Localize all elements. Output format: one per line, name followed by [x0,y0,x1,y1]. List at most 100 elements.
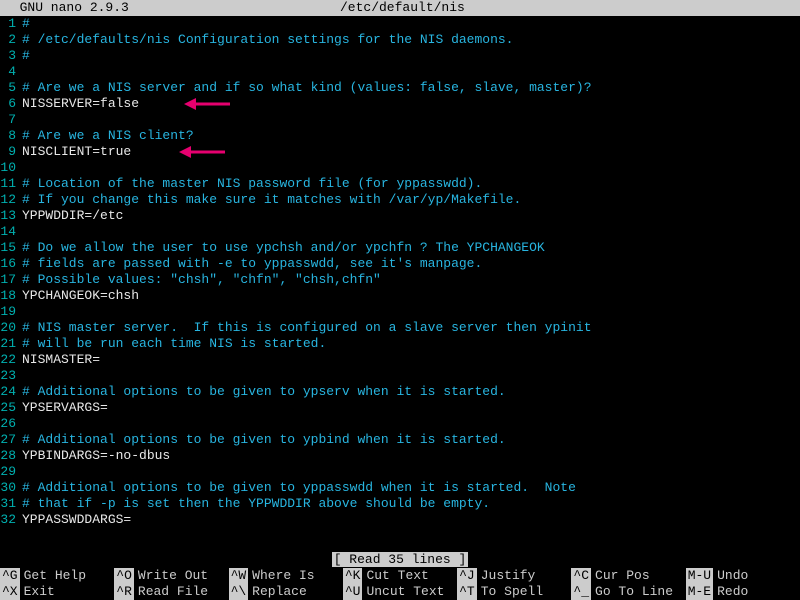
line-number: 13 [0,208,22,224]
line-text: # [22,48,800,64]
code-line[interactable]: 7 [0,112,800,128]
line-text: NISSERVER=false [22,96,800,112]
shortcut-label: Redo [717,584,748,600]
shortcut-key: ^J [457,568,477,584]
shortcut[interactable]: ^OWrite Out [114,568,228,584]
shortcut-key: M-U [686,568,713,584]
line-text: # that if -p is set then the YPPWDDIR ab… [22,496,800,512]
line-number: 29 [0,464,22,480]
line-text: # Additional options to be given to ypse… [22,384,800,400]
shortcut-key: ^K [343,568,363,584]
line-text: # Are we a NIS client? [22,128,800,144]
line-text: NISCLIENT=true [22,144,800,160]
shortcut[interactable]: M-UUndo [686,568,800,584]
code-line[interactable]: 28YPBINDARGS=-no-dbus [0,448,800,464]
line-text [22,368,800,384]
shortcut[interactable]: ^RRead File [114,584,228,600]
shortcut-label: Replace [252,584,307,600]
line-number: 19 [0,304,22,320]
line-text: YPBINDARGS=-no-dbus [22,448,800,464]
code-line[interactable]: 19 [0,304,800,320]
code-line[interactable]: 27# Additional options to be given to yp… [0,432,800,448]
line-number: 1 [0,16,22,32]
line-number: 2 [0,32,22,48]
line-number: 32 [0,512,22,528]
line-number: 31 [0,496,22,512]
shortcut-key: ^T [457,584,477,600]
line-number: 8 [0,128,22,144]
shortcut[interactable]: ^\Replace [229,584,343,600]
shortcut[interactable]: ^GGet Help [0,568,114,584]
code-line[interactable]: 10 [0,160,800,176]
line-number: 14 [0,224,22,240]
code-line[interactable]: 9NISCLIENT=true [0,144,800,160]
code-line[interactable]: 25YPSERVARGS= [0,400,800,416]
shortcut[interactable]: ^CCur Pos [571,568,685,584]
line-text: # Do we allow the user to use ypchsh and… [22,240,800,256]
line-text: # If you change this make sure it matche… [22,192,800,208]
code-line[interactable]: 1# [0,16,800,32]
shortcut-label: Go To Line [595,584,673,600]
shortcut[interactable]: ^XExit [0,584,114,600]
line-number: 23 [0,368,22,384]
code-line[interactable]: 29 [0,464,800,480]
line-text: YPSERVARGS= [22,400,800,416]
code-line[interactable]: 11# Location of the master NIS password … [0,176,800,192]
code-line[interactable]: 31# that if -p is set then the YPPWDDIR … [0,496,800,512]
code-line[interactable]: 18YPCHANGEOK=chsh [0,288,800,304]
line-text: YPPWDDIR=/etc [22,208,800,224]
code-line[interactable]: 21# will be run each time NIS is started… [0,336,800,352]
code-line[interactable]: 23 [0,368,800,384]
shortcut[interactable]: ^JJustify [457,568,571,584]
shortcut[interactable]: ^KCut Text [343,568,457,584]
line-text: # Possible values: "chsh", "chfn", "chsh… [22,272,800,288]
code-line[interactable]: 30# Additional options to be given to yp… [0,480,800,496]
line-number: 11 [0,176,22,192]
shortcut-label: Exit [24,584,55,600]
shortcut[interactable]: ^TTo Spell [457,584,571,600]
status-text: [ Read 35 lines ] [332,552,469,567]
code-line[interactable]: 8# Are we a NIS client? [0,128,800,144]
code-line[interactable]: 32YPPASSWDDARGS= [0,512,800,528]
code-line[interactable]: 24# Additional options to be given to yp… [0,384,800,400]
shortcut-key: ^R [114,584,134,600]
code-line[interactable]: 2# /etc/defaults/nis Configuration setti… [0,32,800,48]
shortcut[interactable]: ^_Go To Line [571,584,685,600]
editor-area[interactable]: 1#2# /etc/defaults/nis Configuration set… [0,16,800,552]
shortcut[interactable]: M-ERedo [686,584,800,600]
line-number: 7 [0,112,22,128]
code-line[interactable]: 5# Are we a NIS server and if so what ki… [0,80,800,96]
code-line[interactable]: 20# NIS master server. If this is config… [0,320,800,336]
line-text [22,304,800,320]
code-line[interactable]: 12# If you change this make sure it matc… [0,192,800,208]
code-line[interactable]: 26 [0,416,800,432]
shortcut-label: Where Is [252,568,314,584]
line-text: # /etc/defaults/nis Configuration settin… [22,32,800,48]
code-line[interactable]: 4 [0,64,800,80]
line-text: NISMASTER= [22,352,800,368]
shortcut-label: Get Help [24,568,86,584]
line-text [22,224,800,240]
code-line[interactable]: 17# Possible values: "chsh", "chfn", "ch… [0,272,800,288]
code-line[interactable]: 3# [0,48,800,64]
line-text: # Additional options to be given to ypbi… [22,432,800,448]
line-number: 27 [0,432,22,448]
line-number: 10 [0,160,22,176]
status-line: [ Read 35 lines ] [0,552,800,568]
shortcut-key: ^W [229,568,249,584]
line-text: # will be run each time NIS is started. [22,336,800,352]
shortcut[interactable]: ^UUncut Text [343,584,457,600]
code-line[interactable]: 6NISSERVER=false [0,96,800,112]
line-number: 20 [0,320,22,336]
shortcut-key: ^C [571,568,591,584]
code-line[interactable]: 16# fields are passed with -e to yppassw… [0,256,800,272]
code-line[interactable]: 14 [0,224,800,240]
line-number: 17 [0,272,22,288]
code-line[interactable]: 22NISMASTER= [0,352,800,368]
line-text [22,160,800,176]
code-line[interactable]: 13YPPWDDIR=/etc [0,208,800,224]
code-line[interactable]: 15# Do we allow the user to use ypchsh a… [0,240,800,256]
line-text: # Additional options to be given to yppa… [22,480,800,496]
shortcut[interactable]: ^WWhere Is [229,568,343,584]
shortcut-key: ^G [0,568,20,584]
